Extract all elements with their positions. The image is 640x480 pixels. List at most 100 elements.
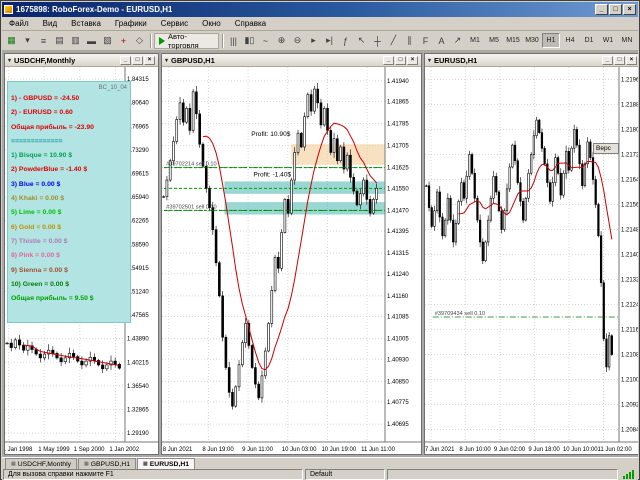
chart-tab-usdchf[interactable]: ▦ USDCHF,Monthly [5,458,77,469]
maximize-button[interactable]: □ [609,4,622,15]
candle [290,179,293,214]
navigator-button[interactable]: ▥ [68,32,83,49]
x-axis-label: 10 Jun 03:00 [282,447,317,453]
terminal-button[interactable]: ▬ [84,32,99,49]
arrows-button[interactable]: ↗ [450,32,465,49]
chart-tab-gbpusd[interactable]: ▦ GBPUSD,H1 [78,458,137,469]
candle [204,165,208,189]
y-axis-label: 1.21080 [621,353,638,359]
chart-canvas-eurusd[interactable]: 7 Jun 2021 8 Jun 10:00 9 Jun 02:00 9 Jun 18… [425,67,638,454]
ma-line [458,160,613,240]
child-minimize-button[interactable]: _ [383,55,394,65]
candle [355,190,359,206]
channel-button[interactable]: ∥ [402,32,417,49]
x-axis-label: 9 Jun 02:00 [494,447,526,453]
y-axis-label: 1.41865 [387,99,409,105]
timeframe-w1-button[interactable]: W1 [599,33,617,48]
cursor-button[interactable]: ↖ [354,32,369,49]
data-window-button[interactable]: ▤ [52,32,67,49]
timeframe-d1-button[interactable]: D1 [580,33,598,48]
window-controls: _ □ × [595,4,636,15]
menu-help[interactable]: Справка [228,18,273,29]
minimize-button[interactable]: _ [595,4,608,15]
strategy-tester-button[interactable]: ▧ [100,32,115,49]
timeframe-m15-button[interactable]: M15 [504,33,522,48]
menu-charts[interactable]: Графики [108,18,154,29]
bars-chart-button[interactable]: ||| [226,32,241,49]
indicators-button[interactable]: ƒ [338,32,353,49]
menu-view[interactable]: Вид [36,18,64,29]
candle [313,88,316,112]
candle [484,241,487,262]
candle [26,345,30,351]
panel-button-vers[interactable]: Верс [593,143,619,154]
zoom-in-button[interactable]: ⊕ [274,32,289,49]
child-minimize-button[interactable]: _ [120,55,131,65]
panel-line-12: 9) Sienna = 0.00 $ [11,266,68,274]
metaeditor-button[interactable]: ◇ [132,32,147,49]
timeframe-m30-button[interactable]: M30 [523,33,541,48]
candle [18,339,22,346]
auto-scroll-button[interactable]: ▸ [306,32,321,49]
line-chart-button[interactable]: ~ [258,32,273,49]
trendline-button[interactable]: ╱ [386,32,401,49]
close-button[interactable]: × [623,4,636,15]
fibonacci-button[interactable]: F [418,32,433,49]
application-window: 1675898: RoboForex-Demo - EURUSD,H1 _ □ … [0,0,640,480]
candle [185,108,188,123]
x-axis-label: 9 Jun 11:00 [242,447,274,453]
candle [605,338,608,368]
candle [191,91,195,131]
chart-window-titlebar[interactable]: ▾ USDCHF,Monthly _ □ × [5,54,158,67]
candle [300,132,303,148]
child-restore-button[interactable]: □ [614,55,625,65]
timeframe-m5-button[interactable]: M5 [485,33,503,48]
candle [551,182,554,202]
new-chart-button[interactable]: ▦ [4,32,19,49]
chart-tab-eurusd[interactable]: ▦ EURUSD,H1 [137,458,196,469]
timeframe-m1-button[interactable]: M1 [466,33,484,48]
menu-file[interactable]: Файл [2,18,36,29]
timeframe-h4-button[interactable]: H4 [561,33,579,48]
candle [444,219,447,237]
chart-area-gbpusd[interactable]: 8 Jun 2021 8 Jun 19:00 9 Jun 11:00 10 Jun 0… [162,67,421,454]
candle [105,364,109,370]
y-axis-label: 1.41005 [387,337,409,343]
tab-label: EURUSD,H1 [149,460,190,468]
market-watch-button[interactable]: ≡ [36,32,51,49]
status-profile[interactable]: Default [305,469,385,480]
autotrade-button[interactable]: Авто-торговля [154,32,219,50]
chart-canvas-gbpusd[interactable]: 8 Jun 2021 8 Jun 19:00 9 Jun 11:00 10 Jun 0… [162,67,421,454]
menu-insert[interactable]: Вставка [64,18,108,29]
chart-shift-button[interactable]: ▸| [322,32,337,49]
timeframe-h1-button[interactable]: H1 [542,33,560,48]
timeframe-mn-button[interactable]: MN [618,33,636,48]
child-close-button[interactable]: × [144,55,155,65]
chart-area-eurusd[interactable]: 7 Jun 2021 8 Jun 10:00 9 Jun 02:00 9 Jun 18… [425,67,638,454]
child-minimize-button[interactable]: _ [602,55,613,65]
menu-window[interactable]: Окно [195,18,228,29]
zoom-out-button[interactable]: ⊖ [290,32,305,49]
profit-label: Profit: -1.40$ [253,172,291,179]
child-close-button[interactable]: × [626,55,637,65]
chart-window-titlebar[interactable]: ▾ EURUSD,H1 _ □ × [425,54,638,67]
profiles-button[interactable]: ▾ [20,32,35,49]
app-icon [4,5,13,14]
child-restore-button[interactable]: □ [395,55,406,65]
play-icon [159,36,165,45]
panel-line-0: 1) - GBPUSD = -24.50 [11,95,80,102]
chart-window-titlebar[interactable]: ▾ GBPUSD,H1 _ □ × [162,54,421,67]
text-label-button[interactable]: A [434,32,449,49]
candle [198,113,201,145]
candles-chart-button[interactable]: ▮▯ [242,32,257,49]
candle [530,154,533,174]
new-order-button[interactable]: + [116,32,131,49]
timeframe-toolbar: M1 M5 M15 M30 H1 H4 D1 W1 MN [466,33,636,48]
menu-service[interactable]: Сервис [154,18,195,29]
crosshair-button[interactable]: ┼ [370,32,385,49]
window-titlebar[interactable]: 1675898: RoboForex-Demo - EURUSD,H1 _ □ … [2,2,638,17]
child-restore-button[interactable]: □ [132,55,143,65]
candle [221,295,224,338]
candle [487,219,490,243]
child-close-button[interactable]: × [407,55,418,65]
